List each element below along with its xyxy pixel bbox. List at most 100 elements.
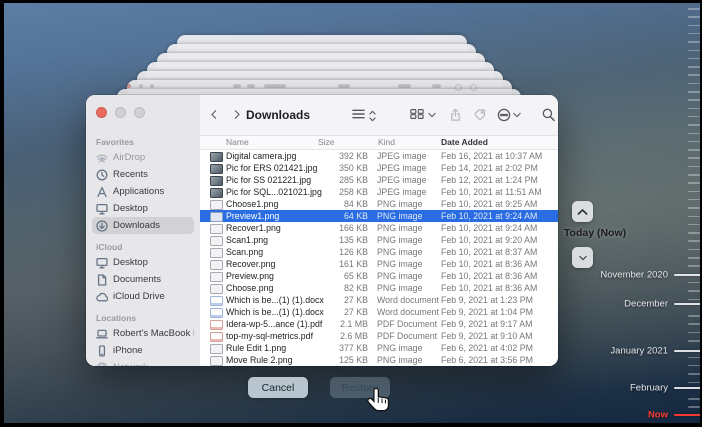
file-size: 350 KB xyxy=(298,162,368,174)
file-date-added: Feb 10, 2021 at 8:36 AM xyxy=(441,270,553,282)
timeline-mark-label[interactable]: February xyxy=(630,383,668,394)
sidebar-item-label: Network xyxy=(113,362,148,366)
file-icon-png xyxy=(210,272,223,282)
close-button[interactable] xyxy=(96,107,107,118)
timeline-minor-tick xyxy=(688,25,700,27)
file-icon-pdf xyxy=(210,332,223,342)
file-kind: PNG image xyxy=(377,258,451,270)
timeline-mark-tick[interactable] xyxy=(674,387,702,389)
file-icon-jpeg xyxy=(210,152,223,162)
file-row[interactable]: Recover1.png166 KBPNG imageFeb 10, 2021 … xyxy=(200,222,558,234)
file-row[interactable]: Which is be...(1) (1).docx27 KBWord docu… xyxy=(200,306,558,318)
file-row[interactable]: Pic for SS 021221.jpg285 KBJPEG imageFeb… xyxy=(200,174,558,186)
file-row[interactable]: Rule Edit 1.png377 KBPNG imageFeb 6, 202… xyxy=(200,342,558,354)
share-button[interactable] xyxy=(450,108,461,122)
timeline-minor-tick xyxy=(688,257,700,259)
timeline-forward-button[interactable] xyxy=(572,247,593,268)
file-size: 65 KB xyxy=(298,270,368,282)
timeline-minor-tick xyxy=(688,373,700,375)
file-row[interactable]: Recover.png161 KBPNG imageFeb 10, 2021 a… xyxy=(200,258,558,270)
file-kind: PNG image xyxy=(377,282,451,294)
search-button[interactable] xyxy=(542,108,555,122)
chevron-down-icon xyxy=(513,112,521,118)
timeline-mark-label[interactable]: November 2020 xyxy=(600,270,668,281)
column-header-date-added[interactable]: Date Added xyxy=(441,137,488,147)
file-date-added: Feb 16, 2021 at 10:37 AM xyxy=(441,150,553,162)
file-size: 84 KB xyxy=(298,198,368,210)
timeline-mark-label[interactable]: Now xyxy=(648,410,668,421)
sort-direction-control[interactable] xyxy=(369,110,376,122)
file-size: 377 KB xyxy=(298,342,368,354)
timeline-minor-tick xyxy=(688,99,700,101)
file-row[interactable]: Digital camera.jpg392 KBJPEG imageFeb 16… xyxy=(200,150,558,162)
file-row[interactable]: Idera-wp-5...ance (1).pdf2.1 MBPDF Docum… xyxy=(200,318,558,330)
back-button[interactable] xyxy=(209,108,219,121)
ghost-toolbar-mark xyxy=(264,84,286,88)
file-icon-jpeg xyxy=(210,176,223,186)
file-row[interactable]: Scan.png126 KBPNG imageFeb 10, 2021 at 8… xyxy=(200,246,558,258)
sidebar-item-label: Downloads xyxy=(113,220,160,231)
sidebar-item-icloud-drive[interactable]: iCloud Drive xyxy=(92,288,194,305)
file-kind: JPEG image xyxy=(377,174,451,186)
timeline-mark-label[interactable]: January 2021 xyxy=(610,346,668,357)
timeline-mark-tick[interactable] xyxy=(674,350,702,352)
more-actions-button[interactable] xyxy=(497,108,511,122)
forward-button[interactable] xyxy=(232,108,242,121)
ghost-toolbar-mark xyxy=(398,84,411,88)
restore-button[interactable]: Restore xyxy=(330,377,390,398)
file-row[interactable]: Move Rule 2.png125 KBPNG imageFeb 6, 202… xyxy=(200,354,558,366)
timeline-mark-tick[interactable] xyxy=(674,274,702,276)
timeline-current-label: Today (Now) xyxy=(552,227,638,239)
file-row[interactable]: Pic for ERS 021421.jpg350 KBJPEG imageFe… xyxy=(200,162,558,174)
file-size: 258 KB xyxy=(298,186,368,198)
sidebar-item-applications[interactable]: Applications xyxy=(92,183,194,200)
sidebar-item-downloads[interactable]: Downloads xyxy=(92,217,194,234)
file-kind: Word document xyxy=(377,306,451,318)
sidebar-item-desktop[interactable]: Desktop xyxy=(92,254,194,271)
column-header-name[interactable]: Name xyxy=(226,137,249,147)
file-kind: PNG image xyxy=(377,198,451,210)
file-row[interactable]: top-my-sql-metrics.pdf2.6 MBPDF Document… xyxy=(200,330,558,342)
sidebar-item-robert-s-macbook-pro[interactable]: Robert's MacBook Pro xyxy=(92,325,194,342)
timeline-mark-tick[interactable] xyxy=(674,414,702,416)
file-row[interactable]: Scan1.png135 KBPNG imageFeb 10, 2021 at … xyxy=(200,234,558,246)
timeline-minor-tick xyxy=(688,91,700,93)
timeline-mark-tick[interactable] xyxy=(674,303,702,305)
sidebar-item-recents[interactable]: Recents xyxy=(92,166,194,183)
file-row[interactable]: Pic for SQL...021021.jpg258 KBJPEG image… xyxy=(200,186,558,198)
file-row[interactable]: Choose1.png84 KBPNG imageFeb 10, 2021 at… xyxy=(200,198,558,210)
file-size: 2.6 MB xyxy=(298,330,368,342)
column-header-kind[interactable]: Kind xyxy=(378,137,395,147)
cancel-button[interactable]: Cancel xyxy=(248,377,308,398)
group-view-button[interactable] xyxy=(410,108,424,120)
file-browser-pane: Downloads Name Size Kind Date Added Digi… xyxy=(200,95,558,366)
file-date-added: Feb 10, 2021 at 8:37 AM xyxy=(441,246,553,258)
file-kind: PNG image xyxy=(377,246,451,258)
file-icon-png xyxy=(210,344,223,354)
timeline-minor-tick xyxy=(688,398,700,400)
file-row[interactable]: Choose.png82 KBPNG imageFeb 10, 2021 at … xyxy=(200,282,558,294)
sidebar-item-network[interactable]: Network xyxy=(92,359,194,366)
sidebar-item-label: Recents xyxy=(113,169,148,180)
sidebar-item-label: iCloud Drive xyxy=(113,291,165,302)
sidebar-item-documents[interactable]: Documents xyxy=(92,271,194,288)
ghost-toolbar-mark xyxy=(455,84,462,91)
timeline-minor-tick xyxy=(688,116,700,118)
column-header-size[interactable]: Size xyxy=(318,137,335,147)
minimize-button[interactable] xyxy=(115,107,126,118)
tag-button[interactable] xyxy=(474,108,486,121)
file-icon-png xyxy=(210,224,223,234)
file-row[interactable]: Preview.png65 KBPNG imageFeb 10, 2021 at… xyxy=(200,270,558,282)
sidebar-item-desktop[interactable]: Desktop xyxy=(92,200,194,217)
sidebar-item-iphone[interactable]: iPhone xyxy=(92,342,194,359)
file-row[interactable]: Preview1.png64 KBPNG imageFeb 10, 2021 a… xyxy=(200,210,558,222)
file-row[interactable]: Which is be...(1) (1).docx27 KBWord docu… xyxy=(200,294,558,306)
airdrop-icon xyxy=(96,152,108,164)
sidebar-item-label: Applications xyxy=(113,186,164,197)
file-kind: PDF Document xyxy=(377,318,451,330)
timeline-mark-label[interactable]: December xyxy=(624,299,668,310)
zoom-button[interactable] xyxy=(134,107,145,118)
sidebar-item-airdrop[interactable]: AirDrop xyxy=(92,149,194,166)
list-view-button[interactable] xyxy=(352,108,365,120)
timeline-back-button[interactable] xyxy=(572,201,593,222)
